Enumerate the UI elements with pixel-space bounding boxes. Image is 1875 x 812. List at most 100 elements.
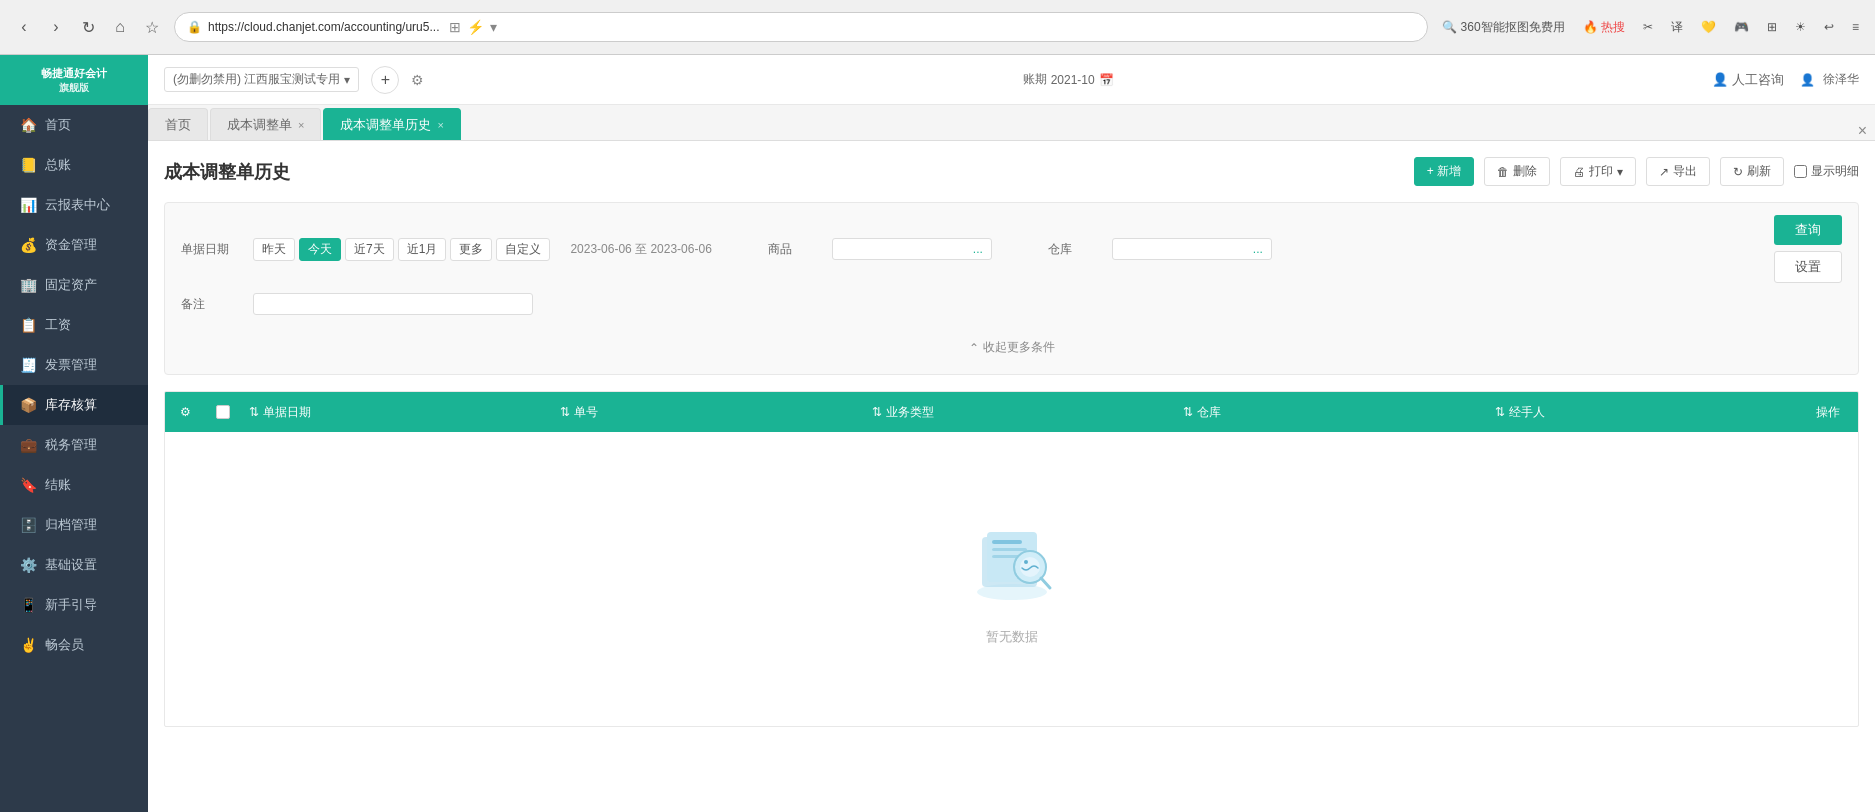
sidebar-item-home[interactable]: 🏠 首页 — [0, 105, 148, 145]
sidebar-item-invoice-label: 发票管理 — [45, 356, 97, 374]
apps-tool[interactable]: ⊞ — [1761, 18, 1783, 36]
user-info[interactable]: 👤 徐泽华 — [1800, 71, 1859, 88]
date-btn-today[interactable]: 今天 — [299, 238, 341, 261]
tab-home[interactable]: 首页 — [148, 108, 208, 140]
date-btn-more[interactable]: 更多 — [450, 238, 492, 261]
sidebar-item-vip[interactable]: ✌️ 畅会员 — [0, 625, 148, 665]
home-browser-button[interactable]: ⌂ — [106, 13, 134, 41]
fixed-assets-icon: 🏢 — [19, 277, 37, 293]
collapse-button[interactable]: ⌃ 收起更多条件 — [963, 333, 1061, 362]
forward-button[interactable]: › — [42, 13, 70, 41]
th-settings[interactable]: ⚙ — [165, 405, 205, 419]
address-bar[interactable]: 🔒 https://cloud.chanjet.com/accounting/u… — [174, 12, 1428, 42]
tab-cost-adjust-history[interactable]: 成本调整单历史 × — [323, 108, 460, 140]
th-number[interactable]: ⇅ 单号 — [552, 404, 863, 421]
collapse-arrow-icon: ⌃ — [969, 341, 979, 355]
wallet-tool[interactable]: 💛 — [1695, 18, 1722, 36]
close-window-icon[interactable]: × — [1858, 122, 1867, 140]
account-period: 账期 2021-10 📅 — [1023, 71, 1114, 88]
back-button[interactable]: ‹ — [10, 13, 38, 41]
delete-button[interactable]: 🗑 删除 — [1484, 157, 1550, 186]
refresh-button[interactable]: ↻ 刷新 — [1720, 157, 1784, 186]
game-tool[interactable]: 🎮 — [1728, 18, 1755, 36]
th-biz-sort-icon: ⇅ — [872, 405, 882, 419]
warehouse-more-btn[interactable]: ... — [1253, 242, 1263, 256]
remark-input[interactable] — [253, 293, 533, 315]
goods-selector[interactable]: ... — [832, 238, 992, 260]
sidebar-item-settings-label: 基础设置 — [45, 556, 97, 574]
svg-rect-4 — [992, 548, 1027, 551]
th-warehouse[interactable]: ⇅ 仓库 — [1175, 404, 1486, 421]
menu-tool[interactable]: ≡ — [1846, 18, 1865, 36]
grid-icon: ⊞ — [449, 19, 461, 35]
show-cols-checkbox[interactable]: 显示明细 — [1794, 163, 1859, 180]
sidebar-item-ledger-label: 总账 — [45, 156, 71, 174]
print-button[interactable]: 🖨 打印 ▾ — [1560, 157, 1636, 186]
tab-cost-adjust-history-close-icon[interactable]: × — [437, 119, 443, 131]
sidebar-item-guide[interactable]: 📱 新手引导 — [0, 585, 148, 625]
sidebar-item-archive-label: 归档管理 — [45, 516, 97, 534]
undo-tool[interactable]: ↩ — [1818, 18, 1840, 36]
sidebar-item-ledger[interactable]: 📒 总账 — [0, 145, 148, 185]
th-checkbox[interactable] — [205, 405, 241, 419]
scissors-tool[interactable]: ✂ — [1637, 18, 1659, 36]
th-biz-type[interactable]: ⇅ 业务类型 — [864, 404, 1175, 421]
goods-more-btn[interactable]: ... — [973, 242, 983, 256]
browser-chrome: ‹ › ↻ ⌂ ☆ 🔒 https://cloud.chanjet.com/ac… — [0, 0, 1875, 55]
date-btn-7days[interactable]: 近7天 — [345, 238, 394, 261]
th-handler-sort-icon: ⇅ — [1495, 405, 1505, 419]
date-range-display: 2023-06-06 至 2023-06-06 — [570, 241, 711, 258]
th-date[interactable]: ⇅ 单据日期 — [241, 404, 552, 421]
sidebar-item-checkout[interactable]: 🔖 结账 — [0, 465, 148, 505]
guide-icon: 📱 — [19, 597, 37, 613]
sidebar-item-invoice[interactable]: 🧾 发票管理 — [0, 345, 148, 385]
reports-icon: 📊 — [19, 197, 37, 213]
bookmark-button[interactable]: ☆ — [138, 13, 166, 41]
tab-bar: 首页 成本调整单 × 成本调整单历史 × × — [148, 105, 1875, 141]
sidebar-item-archive[interactable]: 🗄️ 归档管理 — [0, 505, 148, 545]
date-btn-yesterday[interactable]: 昨天 — [253, 238, 295, 261]
lightning-icon: ⚡ — [467, 19, 484, 35]
sidebar-item-reports[interactable]: 📊 云报表中心 — [0, 185, 148, 225]
empty-text: 暂无数据 — [986, 628, 1038, 646]
company-selector[interactable]: (勿删勿禁用) 江西服宝测试专用 ▾ — [164, 67, 359, 92]
fire-icon: 🔥 — [1583, 20, 1598, 34]
url-text: https://cloud.chanjet.com/accounting/uru… — [208, 20, 439, 34]
header-checkbox[interactable] — [216, 405, 230, 419]
new-button[interactable]: + 新增 — [1414, 157, 1474, 186]
tab-cost-adjust[interactable]: 成本调整单 × — [210, 108, 321, 140]
sidebar-item-inventory[interactable]: 📦 库存核算 — [0, 385, 148, 425]
warehouse-selector[interactable]: ... — [1112, 238, 1272, 260]
date-btn-1month[interactable]: 近1月 — [398, 238, 447, 261]
sidebar-item-settings[interactable]: ⚙️ 基础设置 — [0, 545, 148, 585]
user-service[interactable]: 👤 人工咨询 — [1712, 71, 1784, 89]
empty-illustration — [962, 512, 1062, 612]
th-warehouse-sort-icon: ⇅ — [1183, 405, 1193, 419]
sidebar-item-salary[interactable]: 📋 工资 — [0, 305, 148, 345]
translate-tool[interactable]: 译 — [1665, 17, 1689, 38]
show-cols-input[interactable] — [1794, 165, 1807, 178]
query-search-button[interactable]: 查询 — [1774, 215, 1842, 245]
refresh-browser-button[interactable]: ↻ — [74, 13, 102, 41]
collapse-row: ⌃ 收起更多条件 — [181, 325, 1842, 362]
dropdown-arrow-icon: ▾ — [490, 19, 497, 35]
tab-cost-adjust-close-icon[interactable]: × — [298, 119, 304, 131]
add-company-button[interactable]: + — [371, 66, 399, 94]
export-button[interactable]: ↗ 导出 — [1646, 157, 1710, 186]
goods-filter-label: 商品 — [768, 241, 824, 258]
date-btn-custom[interactable]: 自定义 — [496, 238, 550, 261]
sidebar-item-funds[interactable]: 💰 资金管理 — [0, 225, 148, 265]
search-tool[interactable]: 🔍 360智能抠图免费用 — [1436, 17, 1570, 38]
salary-icon: 📋 — [19, 317, 37, 333]
th-actions: 操作 — [1798, 404, 1858, 421]
th-handler[interactable]: ⇅ 经手人 — [1487, 404, 1798, 421]
data-table: ⚙ ⇅ 单据日期 ⇅ 单号 ⇅ 业务类型 — [164, 391, 1859, 727]
tax-icon: 💼 — [19, 437, 37, 453]
query-settings-button[interactable]: 设置 — [1774, 251, 1842, 283]
brightness-tool[interactable]: ☀ — [1789, 18, 1812, 36]
sidebar-item-tax[interactable]: 💼 税务管理 — [0, 425, 148, 465]
sidebar-item-fixed-assets[interactable]: 🏢 固定资产 — [0, 265, 148, 305]
sidebar-item-fixed-assets-label: 固定资产 — [45, 276, 97, 294]
hot-tool[interactable]: 🔥 热搜 — [1577, 17, 1631, 38]
settings-cog-icon[interactable]: ⚙ — [411, 72, 424, 88]
